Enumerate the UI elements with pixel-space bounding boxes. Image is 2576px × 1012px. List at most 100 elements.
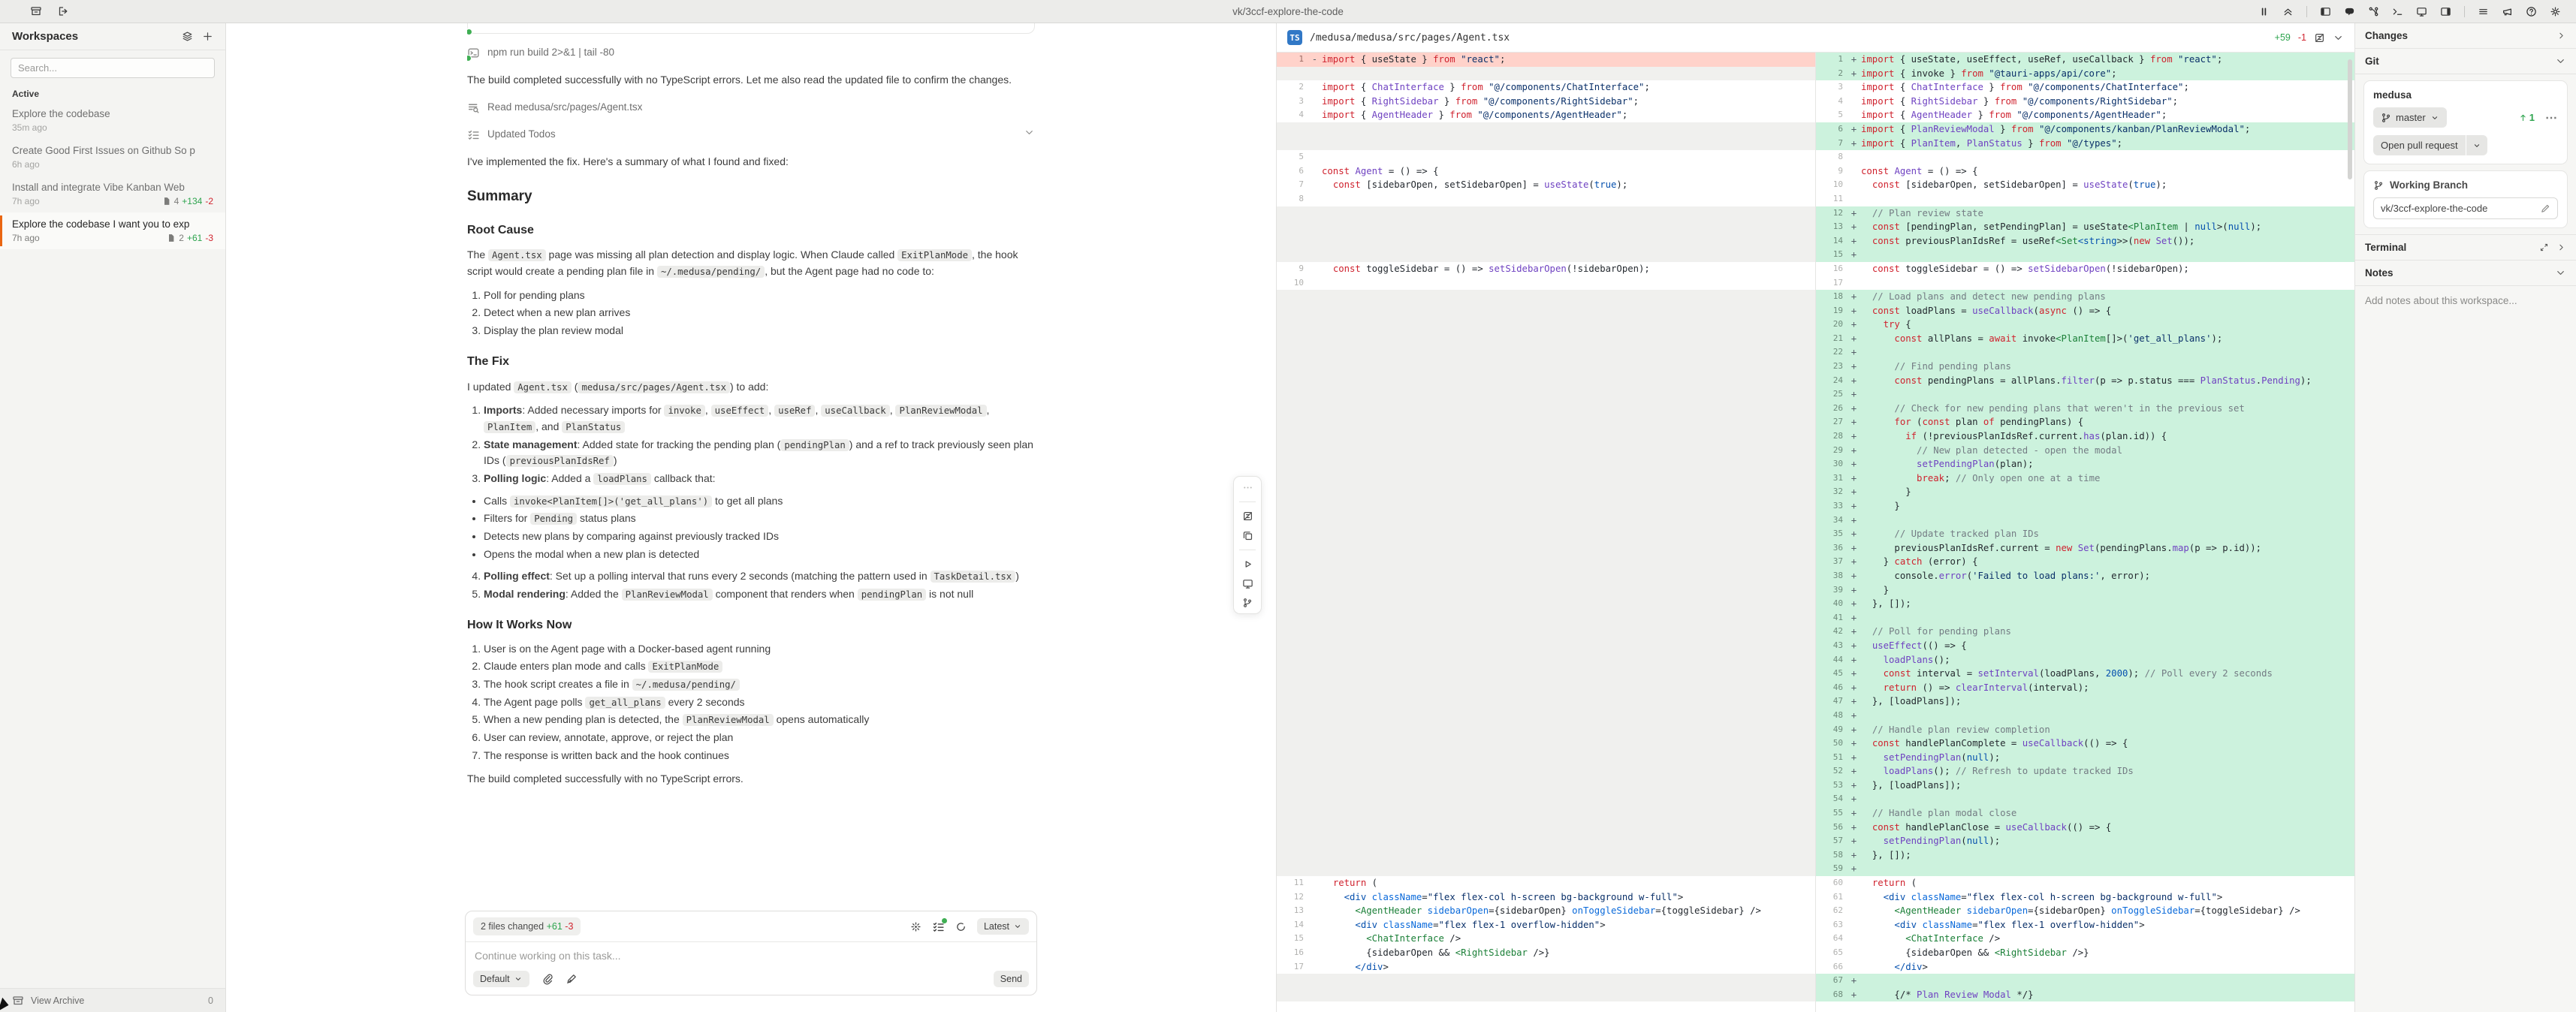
play-icon[interactable] <box>1242 559 1253 570</box>
panel-right-icon[interactable] <box>2440 6 2451 17</box>
megaphone-icon[interactable] <box>2502 6 2513 17</box>
chat-paragraph: I updated Agent.tsx (medusa/src/pages/Ag… <box>467 379 1035 396</box>
expand-icon[interactable] <box>2539 242 2549 252</box>
workspace-item-title: Explore the codebase <box>12 108 213 119</box>
diff-line-new: 24+ const pendingPlans = allPlans.filter… <box>1816 374 2354 388</box>
diff-line-old: 17 </div> <box>1277 960 1815 974</box>
tool-call-terminal-tool[interactable]: npm run build 2>&1 | tail -80 <box>467 45 1035 61</box>
code-text <box>1320 792 1815 806</box>
line-number: 3 <box>1277 95 1309 109</box>
line-number: 31 <box>1816 471 1848 486</box>
diff-marker <box>1309 653 1320 667</box>
pull-request-dropdown-button[interactable] <box>2466 135 2487 155</box>
pen-button[interactable] <box>566 973 578 985</box>
message-input[interactable]: Continue working on this task... <box>466 942 1036 966</box>
diff-line-new: 63 <div className="flex flex-1 overflow-… <box>1816 918 2354 932</box>
layers-icon[interactable] <box>182 31 193 42</box>
git-section-header[interactable]: Git <box>2355 49 2576 74</box>
line-number: 15 <box>1816 248 1848 262</box>
help-icon[interactable] <box>2526 6 2537 17</box>
chat-list-item: Filters for Pending status plans <box>484 511 1035 527</box>
view-archive-button[interactable]: View Archive 0 <box>0 988 225 1012</box>
sign-out-icon[interactable] <box>57 5 69 17</box>
workspace-item[interactable]: Explore the codebase35m ago <box>0 102 225 139</box>
line-number: 56 <box>1816 821 1848 835</box>
line-number: 67 <box>1816 974 1848 988</box>
expand-chevron-icon[interactable] <box>1024 127 1035 143</box>
code-text: console.error('Failed to load plans:', e… <box>1860 569 2354 583</box>
git-branch-icon[interactable] <box>1242 598 1253 608</box>
diff-line-old <box>1277 848 1815 863</box>
panel-left-icon[interactable] <box>2320 6 2331 17</box>
diff-marker <box>1848 918 1860 932</box>
monitor-icon[interactable] <box>2416 6 2427 17</box>
workspace-item[interactable]: Create Good First Issues on Github So p6… <box>0 139 225 176</box>
code-text <box>1320 751 1815 765</box>
chat-bubble-icon[interactable] <box>2344 6 2355 17</box>
line-number <box>1277 485 1309 499</box>
line-number: 63 <box>1816 918 1848 932</box>
tool-call-todos[interactable]: Updated Todos <box>467 127 1035 143</box>
diff-marker: + <box>1848 694 1860 709</box>
diff-marker <box>1848 890 1860 905</box>
working-branch-input[interactable]: vk/3ccf-explore-the-code <box>2373 197 2558 219</box>
code-text <box>1320 471 1815 486</box>
diff-marker <box>1309 667 1320 681</box>
git-graph-icon[interactable] <box>2368 6 2379 17</box>
chat-list-item: User can review, annotate, approve, or r… <box>484 730 1035 746</box>
terminal-icon[interactable] <box>2392 6 2403 17</box>
todos-status-button[interactable] <box>932 920 945 933</box>
pause-icon[interactable] <box>2258 6 2270 17</box>
line-number <box>1277 792 1309 806</box>
zen-mode-icon[interactable] <box>1242 511 1253 522</box>
code-text: </div> <box>1860 960 2354 974</box>
line-number: 11 <box>1277 876 1309 890</box>
workspace-item[interactable]: Install and integrate Vibe Kanban Web7h … <box>0 176 225 212</box>
diff-marker: + <box>1848 234 1860 248</box>
mode-selector[interactable]: Default <box>473 971 529 987</box>
menu-icon[interactable] <box>2478 6 2489 17</box>
line-number: 36 <box>1816 541 1848 556</box>
send-button[interactable]: Send <box>994 971 1029 987</box>
collapse-diff-chevron[interactable] <box>2333 32 2344 44</box>
diff-marker <box>1309 150 1320 164</box>
commits-ahead-badge[interactable]: 1 <box>2518 112 2535 123</box>
terminal-section-header[interactable]: Terminal <box>2355 234 2576 261</box>
archive-icon[interactable] <box>30 5 42 17</box>
copy-icon[interactable] <box>1242 530 1253 541</box>
code-text: } <box>1860 485 2354 499</box>
collapse-up-icon[interactable] <box>2282 6 2294 17</box>
tool-call-label: Read medusa/src/pages/Agent.tsx <box>487 100 642 116</box>
inline-code: Agent.tsx <box>488 249 546 261</box>
diff-line-old: 6const Agent = () => { <box>1277 164 1815 179</box>
workspace-item[interactable]: Explore the codebase I want you to exp7h… <box>0 212 225 249</box>
line-number: 19 <box>1816 304 1848 318</box>
line-number: 2 <box>1816 67 1848 81</box>
ahead-count: 1 <box>2529 112 2535 123</box>
search-input[interactable] <box>11 58 215 78</box>
sun-icon[interactable] <box>910 921 922 932</box>
line-number: 59 <box>1816 862 1848 876</box>
version-selector[interactable]: Latest <box>977 918 1029 935</box>
inline-code: invoke <box>664 405 704 417</box>
tool-call-read[interactable]: Read medusa/src/pages/Agent.tsx <box>467 100 1035 116</box>
diff-marker: + <box>1848 848 1860 863</box>
files-changed-badge[interactable]: 2 files changed +61 -3 <box>473 917 581 935</box>
gear-icon[interactable] <box>2550 6 2561 17</box>
attach-button[interactable] <box>541 973 554 985</box>
changes-section-header[interactable]: Changes <box>2355 23 2576 49</box>
more-options-button[interactable]: ⋯ <box>2545 110 2558 125</box>
chat-list: User is on the Agent page with a Docker-… <box>467 641 1035 764</box>
add-workspace-button[interactable] <box>202 31 213 42</box>
code-text <box>1320 318 1815 332</box>
open-pull-request-button[interactable]: Open pull request <box>2373 135 2466 155</box>
notes-input[interactable]: Add notes about this workspace... <box>2355 286 2576 1012</box>
monitor-icon[interactable] <box>1242 578 1253 589</box>
pencil-icon[interactable] <box>2540 203 2550 214</box>
notes-section-header[interactable]: Notes <box>2355 261 2576 286</box>
diff-scrollbar[interactable] <box>2348 59 2352 179</box>
code-text: }, []); <box>1860 597 2354 611</box>
branch-selector[interactable]: master <box>2373 107 2447 128</box>
zen-mode-icon[interactable] <box>2314 32 2325 44</box>
diff-line-old <box>1277 988 1815 1002</box>
